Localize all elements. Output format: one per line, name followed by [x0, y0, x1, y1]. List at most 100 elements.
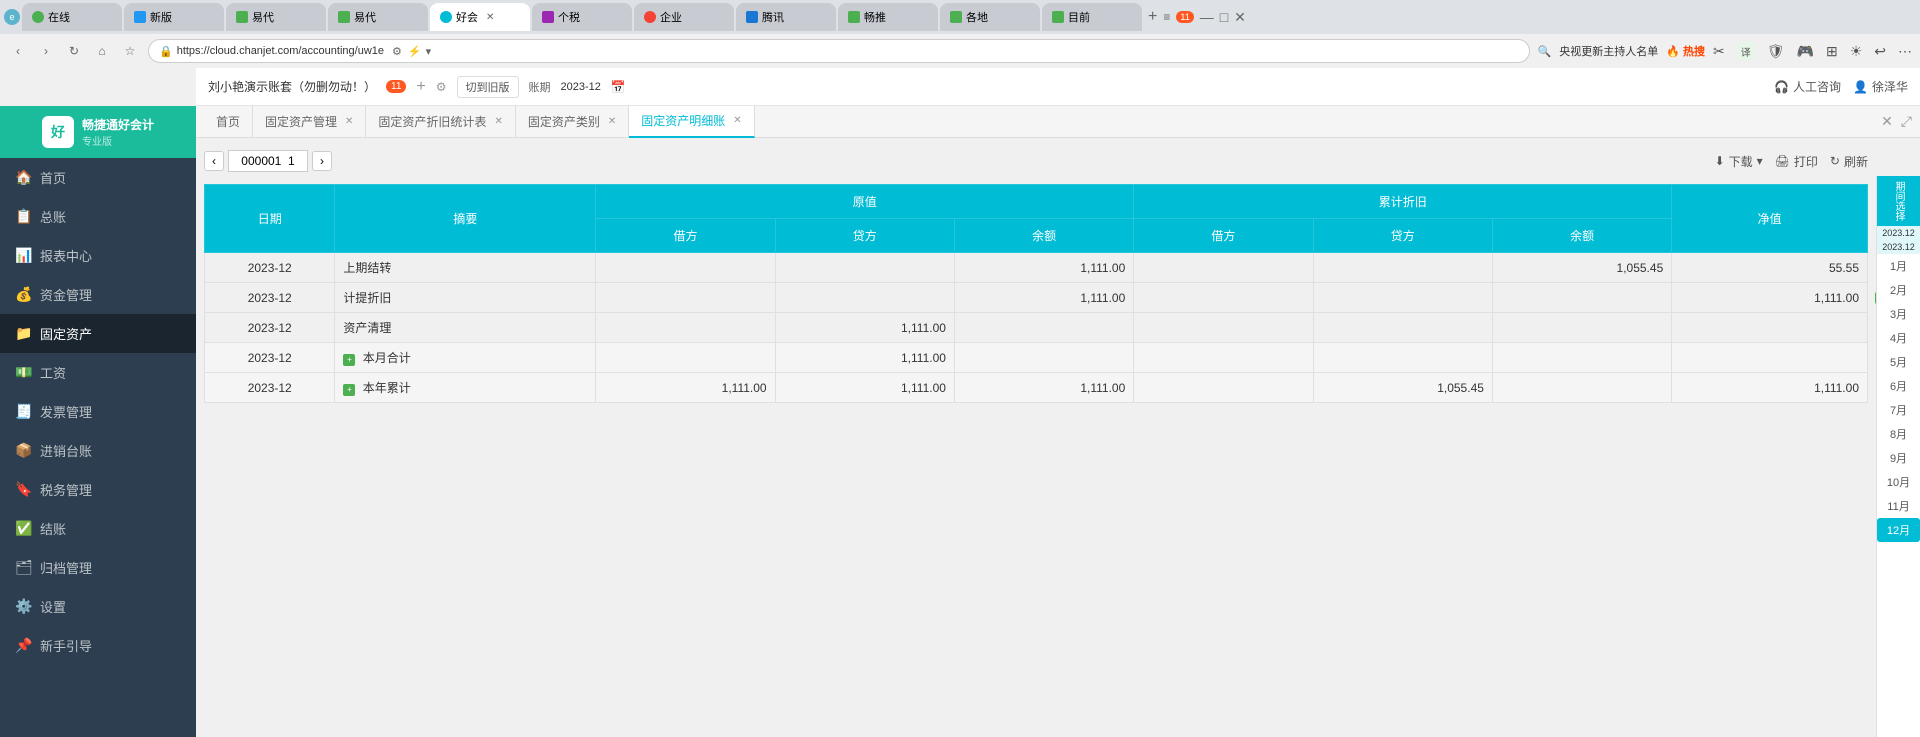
sidebar-closing-label: 结账 [40, 519, 66, 538]
tab-asset-detail-ledger-close[interactable]: ✕ [733, 115, 741, 126]
period-month-6[interactable]: 6月 [1877, 374, 1920, 398]
sidebar-item-closing[interactable]: ✅ 结账 [0, 509, 196, 548]
forward-button[interactable]: › [36, 41, 56, 61]
row4-orig-credit: 1,111.00 [775, 343, 954, 373]
home-button[interactable]: ⌂ [92, 41, 112, 61]
site-info-icon[interactable]: ⚙ [392, 45, 402, 58]
tab-asset-category-close[interactable]: ✕ [608, 116, 616, 127]
browser-tab-muqian[interactable]: 目前 [1042, 3, 1142, 31]
tab-asset-category[interactable]: 固定资产类别 ✕ [516, 106, 629, 138]
undo-icon[interactable]: ↩ [1874, 43, 1886, 60]
scissors-icon[interactable]: ✂ [1713, 43, 1725, 60]
sidebar-item-invoice[interactable]: 🧾 发票管理 [0, 392, 196, 431]
user-menu-button[interactable]: 👤 徐泽华 [1853, 78, 1908, 95]
browser-tab-online[interactable]: 在线 [22, 3, 122, 31]
sidebar-item-settings[interactable]: ⚙️ 设置 [0, 587, 196, 626]
row4-orig-balance [954, 343, 1133, 373]
period-month-11[interactable]: 11月 [1877, 494, 1920, 518]
sidebar-sales-label: 进销台账 [40, 441, 92, 460]
tab-depreciation-stats-close[interactable]: ✕ [494, 116, 502, 127]
tab-depreciation-stats[interactable]: 固定资产折旧统计表 ✕ [366, 106, 515, 138]
help-button[interactable]: 🎧 人工咨询 [1774, 78, 1841, 95]
browser-tab-new[interactable]: 新版 [124, 3, 224, 31]
company-settings-button[interactable]: ⚙ [436, 80, 447, 94]
period-month-7[interactable]: 7月 [1877, 398, 1920, 422]
period-month-2[interactable]: 2月 [1877, 278, 1920, 302]
tab-asset-detail-ledger[interactable]: 固定资产明细账 ✕ [629, 106, 754, 138]
browser-tab-geshui[interactable]: 个税 [532, 3, 632, 31]
tab-home[interactable]: 首页 [204, 106, 253, 138]
payroll-icon: 💵 [16, 365, 32, 381]
download-button[interactable]: ⬇ 下载 ▾ [1715, 153, 1763, 170]
tab-menu-button[interactable]: ≡ [1163, 10, 1170, 24]
print-button[interactable]: 🖨 打印 [1775, 153, 1818, 170]
brightness-icon[interactable]: ☀ [1850, 43, 1863, 60]
page-number-input[interactable] [228, 150, 308, 172]
browser-tab-haohui-close[interactable]: ✕ [486, 12, 494, 23]
col-header-dep-balance: 余额 [1492, 219, 1671, 253]
sidebar-item-payroll[interactable]: 💵 工资 [0, 353, 196, 392]
sidebar-item-reports[interactable]: 📊 报表中心 [0, 236, 196, 275]
next-page-button[interactable]: › [312, 151, 332, 171]
user-icon: 👤 [1853, 80, 1868, 94]
row2-dep-balance [1492, 283, 1671, 313]
tab-fixed-assets-mgmt-close[interactable]: ✕ [345, 116, 353, 127]
sidebar-item-home[interactable]: 🏠 首页 [0, 158, 196, 197]
add-company-button[interactable]: + [416, 78, 425, 96]
period-month-5[interactable]: 5月 [1877, 350, 1920, 374]
row1-dep-debit [1134, 253, 1313, 283]
sidebar-item-funds[interactable]: 💰 资金管理 [0, 275, 196, 314]
more-icon[interactable]: ⋯ [1898, 43, 1912, 60]
row4-date: 2023-12 [205, 343, 335, 373]
dropdown-icon[interactable]: ▾ [426, 45, 432, 58]
browser-tab-yidai2[interactable]: 易代 [328, 3, 428, 31]
address-bar[interactable]: 🔒 https://cloud.chanjet.com/accounting/u… [148, 39, 1530, 63]
sidebar-item-archive[interactable]: 🗂 归档管理 [0, 548, 196, 587]
sidebar-item-guide[interactable]: 📌 新手引导 [0, 626, 196, 665]
sidebar-item-sales-ledger[interactable]: 📦 进销台账 [0, 431, 196, 470]
minimize-button[interactable]: — [1200, 9, 1214, 25]
hot-search-label[interactable]: 🔥 热搜 [1666, 43, 1705, 59]
game-icon[interactable]: 🎮 [1797, 43, 1814, 60]
shield-icon[interactable]: 🛡 [1767, 43, 1785, 60]
close-window-button[interactable]: ✕ [1234, 9, 1246, 26]
period-month-3[interactable]: 3月 [1877, 302, 1920, 326]
maximize-button[interactable]: □ [1220, 9, 1228, 25]
row3-summary: 资产清理 [335, 313, 596, 343]
browser-tab-haohui[interactable]: 好会 ✕ [430, 3, 530, 31]
sidebar-item-fixed-assets[interactable]: 📁 固定资产 [0, 314, 196, 353]
fixed-assets-icon: 📁 [16, 326, 32, 342]
expand-page-icon[interactable]: ⤢ [1901, 113, 1912, 130]
browser-tab-gedi[interactable]: 各地 [940, 3, 1040, 31]
switch-version-button[interactable]: 切到旧版 [457, 76, 519, 98]
grid-icon[interactable]: ⊞ [1826, 43, 1838, 60]
prev-page-button[interactable]: ‹ [204, 151, 224, 171]
period-month-4[interactable]: 4月 [1877, 326, 1920, 350]
performance-icon[interactable]: ⚡ [408, 45, 422, 58]
back-button[interactable]: ‹ [8, 41, 28, 61]
download-dropdown-icon[interactable]: ▾ [1757, 154, 1763, 168]
reload-button[interactable]: ↻ [64, 41, 84, 61]
calendar-icon[interactable]: 📅 [611, 80, 626, 94]
translate-icon[interactable]: 译 [1737, 42, 1755, 61]
period-month-1[interactable]: 1月 [1877, 254, 1920, 278]
browser-tab-qiye[interactable]: 企业 [634, 3, 734, 31]
sidebar-item-tax[interactable]: 🔖 税务管理 [0, 470, 196, 509]
period-month-8[interactable]: 8月 [1877, 422, 1920, 446]
row3-dep-debit [1134, 313, 1313, 343]
tab-fixed-assets-mgmt[interactable]: 固定资产管理 ✕ [253, 106, 366, 138]
period-month-12[interactable]: 12月 [1877, 518, 1920, 542]
bookmark-button[interactable]: ☆ [120, 41, 140, 61]
row5-dep-credit: 1,055.45 [1313, 373, 1492, 403]
browser-tab-chang[interactable]: 畅推 [838, 3, 938, 31]
sidebar-item-general-ledger[interactable]: 📋 总账 [0, 197, 196, 236]
new-tab-button[interactable]: + [1148, 8, 1157, 26]
sidebar-funds-label: 资金管理 [40, 285, 92, 304]
period-month-10[interactable]: 10月 [1877, 470, 1920, 494]
period-date-1: 2023.12 [1877, 226, 1920, 240]
browser-tab-yidai1[interactable]: 易代 [226, 3, 326, 31]
close-page-icon[interactable]: ✕ [1881, 113, 1893, 130]
refresh-button[interactable]: ↻ 刷新 [1830, 153, 1868, 170]
browser-tab-tengxun[interactable]: 腾讯 [736, 3, 836, 31]
period-month-9[interactable]: 9月 [1877, 446, 1920, 470]
